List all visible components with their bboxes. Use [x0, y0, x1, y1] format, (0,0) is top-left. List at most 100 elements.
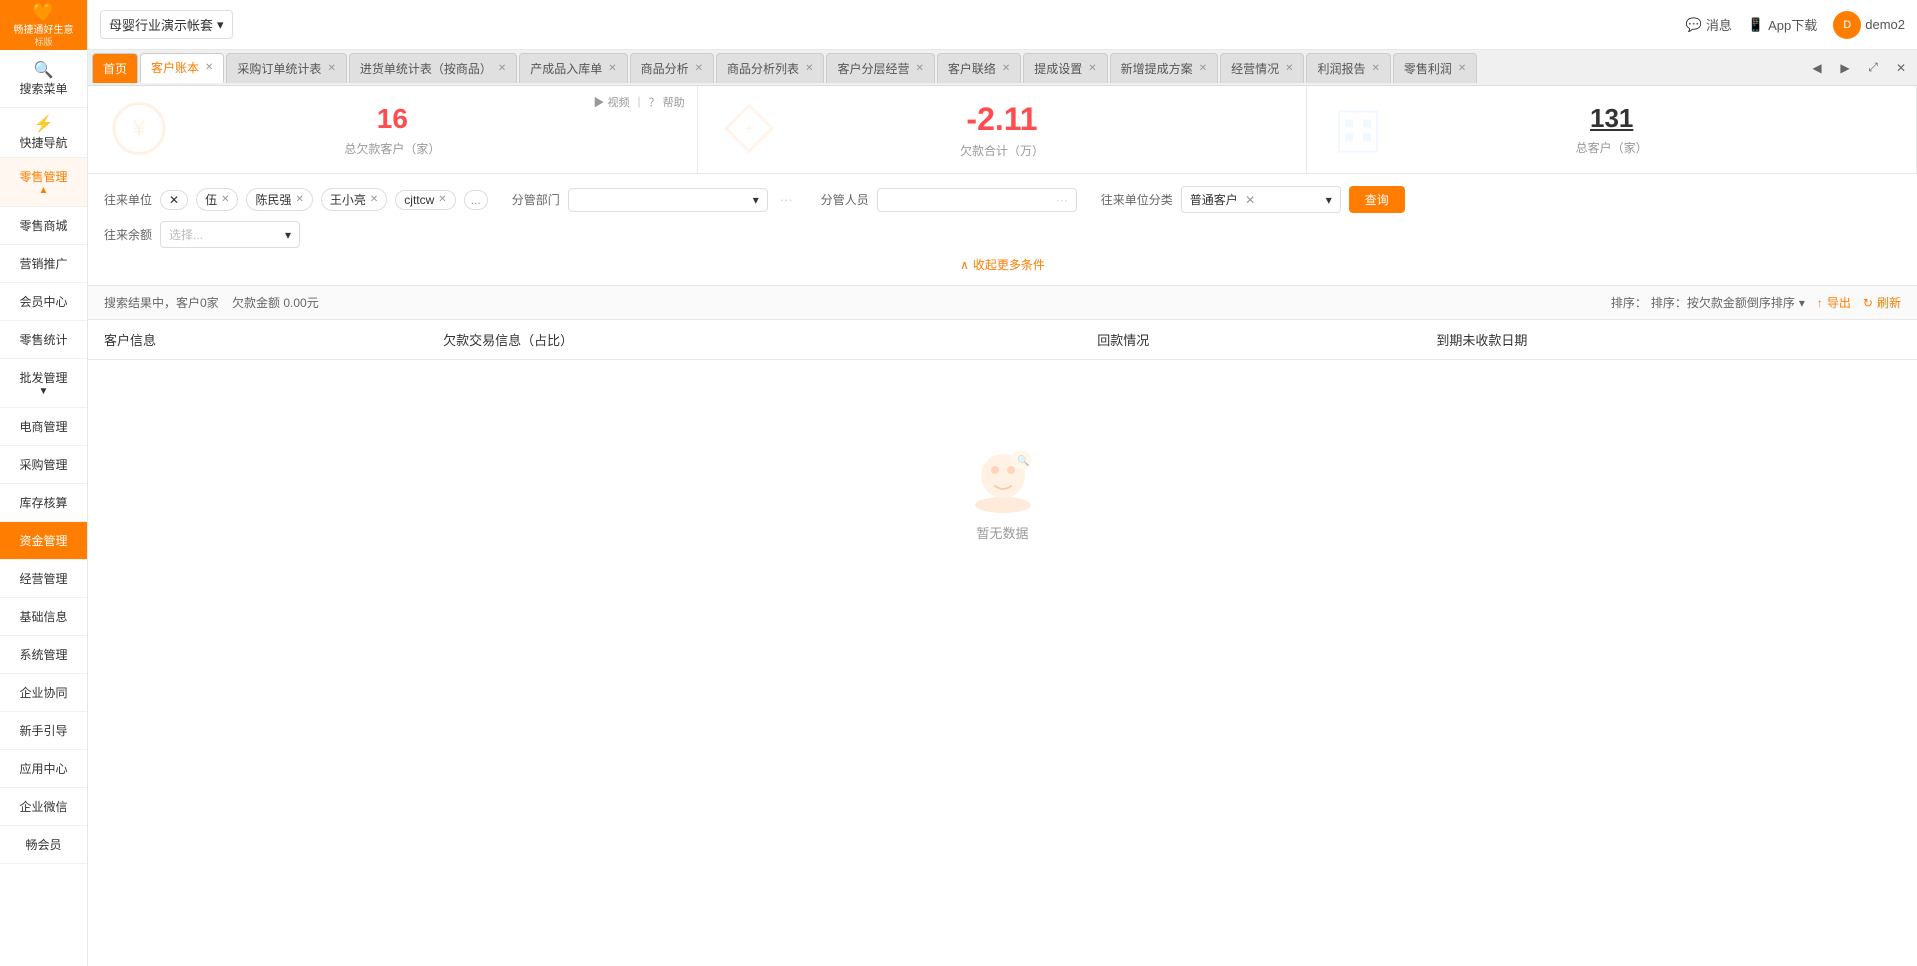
- sidebar-item-basic-info[interactable]: 基础信息: [0, 598, 87, 636]
- chevron-down-icon: ▾: [217, 17, 224, 33]
- tab-close-icon[interactable]: ✕: [1088, 63, 1096, 74]
- user-profile[interactable]: D demo2: [1833, 11, 1905, 39]
- tab-customer-tier[interactable]: 客户分层经营 ✕: [826, 53, 934, 83]
- balance-filter-select[interactable]: 选择... ▾: [160, 221, 300, 248]
- sidebar-item-wholesale-mgmt[interactable]: 批发管理 ▼: [0, 359, 87, 408]
- person-filter-select[interactable]: ···: [877, 188, 1077, 212]
- diamond-bg-icon: +: [722, 101, 776, 155]
- stat-all-customers-label: 总客户（家）: [1576, 139, 1648, 156]
- stat-all-customers-value: 131: [1576, 103, 1648, 134]
- sidebar-item-quick-nav[interactable]: ⚡ 快捷导航: [0, 108, 87, 158]
- sidebar-item-inventory-check[interactable]: 库存核算: [0, 484, 87, 522]
- chevron-up-icon: ∧: [960, 258, 969, 272]
- tab-product-analysis[interactable]: 商品分析 ✕: [630, 53, 714, 83]
- refresh-icon: ↻: [1863, 296, 1873, 310]
- sidebar-item-retail-mgmt[interactable]: 零售管理 ▲: [0, 158, 87, 207]
- sidebar: 🧡 畅捷通好生意 标版 🔍 搜索菜单 ⚡ 快捷导航 零售管理 ▲ 零售商城 营销…: [0, 0, 88, 966]
- chevron-down-icon: ▾: [753, 193, 759, 207]
- tab-customer-contact[interactable]: 客户联络 ✕: [937, 53, 1021, 83]
- empty-text: 暂无数据: [976, 523, 1028, 542]
- stat-total-customers-value: 16: [344, 102, 440, 136]
- sort-selector[interactable]: 排序： 排序：按欠款金额倒序排序 ▾: [1611, 294, 1805, 311]
- account-selector[interactable]: 母婴行业演示帐套 ▾: [100, 10, 233, 39]
- stat-total-customers-info: 16 总欠款客户（家）: [344, 102, 440, 157]
- tab-customer-account[interactable]: 客户账本 ✕: [140, 53, 224, 83]
- tab-close-icon[interactable]: ✕: [915, 63, 923, 74]
- message-btn[interactable]: 💬 消息: [1686, 15, 1732, 34]
- sidebar-item-member-center[interactable]: 会员中心: [0, 283, 87, 321]
- sidebar-item-enterprise-wechat[interactable]: 企业微信: [0, 788, 87, 826]
- filter-row-2: 往来余额 选择... ▾: [104, 221, 1901, 248]
- sidebar-item-vip-member[interactable]: 畅会员: [0, 826, 87, 864]
- sidebar-item-system-mgmt[interactable]: 系统管理: [0, 636, 87, 674]
- stat-total-debt-info: -2.11 欠款合计（万）: [960, 100, 1044, 159]
- help-link[interactable]: ？ 帮助: [649, 94, 685, 110]
- tab-close-icon[interactable]: ✕: [805, 63, 813, 74]
- tab-purchase-order[interactable]: 采购订单统计表 ✕: [226, 53, 346, 83]
- stat-total-debt: + -2.11 欠款合计（万）: [698, 86, 1308, 173]
- result-bar: 搜索结果中，客户0家 欠款金额 0.00元 排序： 排序：按欠款金额倒序排序 ▾…: [88, 286, 1917, 320]
- tab-inbound-stats[interactable]: 进货单统计表（按商品） ✕: [349, 53, 517, 83]
- col-debt-info: 欠款交易信息（占比）: [427, 320, 1081, 360]
- tab-close-icon[interactable]: ✕: [205, 62, 213, 73]
- tab-lift-settings[interactable]: 提成设置 ✕: [1023, 53, 1107, 83]
- tab-close-icon[interactable]: ✕: [1285, 63, 1293, 74]
- tab-product-analysis-list[interactable]: 商品分析列表 ✕: [716, 53, 824, 83]
- export-btn[interactable]: ↑ 导出: [1817, 294, 1851, 311]
- tab-new-lift-plan[interactable]: 新增提成方案 ✕: [1110, 53, 1218, 83]
- tab-scroll-right[interactable]: ▶: [1833, 56, 1857, 80]
- filter-tag-wu-close[interactable]: ✕: [221, 194, 229, 205]
- sidebar-item-ecommerce-mgmt[interactable]: 电商管理: [0, 408, 87, 446]
- result-actions: 排序： 排序：按欠款金额倒序排序 ▾ ↑ 导出 ↻ 刷新: [1611, 294, 1901, 311]
- tab-maximize[interactable]: ⤢: [1861, 56, 1885, 80]
- unit-class-filter-select[interactable]: 普通客户 ✕ ▾: [1181, 186, 1341, 213]
- tab-close-icon[interactable]: ✕: [695, 63, 703, 74]
- tab-close-icon[interactable]: ✕: [1002, 63, 1010, 74]
- refresh-btn[interactable]: ↻ 刷新: [1863, 294, 1901, 311]
- sidebar-item-purchase-mgmt[interactable]: 采购管理: [0, 446, 87, 484]
- filter-tag-chen-close[interactable]: ✕: [296, 194, 304, 205]
- collapse-filter-btn[interactable]: ∧ 收起更多条件: [104, 256, 1901, 273]
- tab-close-all[interactable]: ✕: [1889, 56, 1913, 80]
- tab-product-inbound[interactable]: 产成品入库单 ✕: [519, 53, 627, 83]
- search-button[interactable]: 查询: [1349, 186, 1405, 213]
- sidebar-item-operation-mgmt[interactable]: 经营管理: [0, 560, 87, 598]
- tab-close-icon[interactable]: ✕: [498, 63, 506, 74]
- balance-filter-label: 往来余额: [104, 226, 152, 243]
- tab-scroll-left[interactable]: ◀: [1805, 56, 1829, 80]
- filter-tag-class-close[interactable]: ✕: [1245, 193, 1255, 207]
- sidebar-item-marketing[interactable]: 营销推广: [0, 245, 87, 283]
- tab-close-icon[interactable]: ✕: [1458, 63, 1466, 74]
- message-icon: 💬: [1686, 17, 1702, 33]
- sidebar-item-search-menu[interactable]: 🔍 搜索菜单: [0, 50, 87, 108]
- tab-close-icon[interactable]: ✕: [327, 63, 335, 74]
- filter-tag-cjttcw-close[interactable]: ✕: [438, 194, 446, 205]
- tab-close-icon[interactable]: ✕: [608, 63, 616, 74]
- export-icon: ↑: [1817, 296, 1823, 310]
- filter-tag-chen: 陈民强 ✕: [246, 188, 312, 211]
- video-link[interactable]: ▶ 视频: [593, 94, 629, 110]
- filter-tag-more[interactable]: ...: [464, 190, 488, 210]
- building-bg-icon: [1331, 101, 1385, 155]
- app-download-btn[interactable]: 📱 App下载: [1748, 15, 1817, 34]
- filter-tag-wang-close[interactable]: ✕: [370, 194, 378, 205]
- tab-profit-report[interactable]: 利润报告 ✕: [1306, 53, 1390, 83]
- tab-home[interactable]: 首页: [92, 53, 138, 83]
- sidebar-item-enterprise-coop[interactable]: 企业协同: [0, 674, 87, 712]
- tab-close-icon[interactable]: ✕: [1199, 63, 1207, 74]
- tab-operation-status[interactable]: 经营情况 ✕: [1220, 53, 1304, 83]
- sidebar-item-app-center[interactable]: 应用中心: [0, 750, 87, 788]
- topbar-left: 母婴行业演示帐套 ▾: [100, 10, 233, 39]
- stat-total-debt-value: -2.11: [960, 100, 1044, 138]
- tab-close-icon[interactable]: ✕: [1372, 63, 1380, 74]
- person-filter-label: 分管人员: [821, 191, 869, 208]
- sidebar-item-new-guide[interactable]: 新手引导: [0, 712, 87, 750]
- filter-area: 往来单位 ✕ 伍 ✕ 陈民强 ✕ 王小亮 ✕ cjttcw: [88, 174, 1917, 286]
- sidebar-item-retail-stats[interactable]: 零售统计: [0, 321, 87, 359]
- stat-all-customers-info: 131 总客户（家）: [1576, 103, 1648, 155]
- download-icon: 📱: [1748, 17, 1764, 33]
- sidebar-item-retail-mall[interactable]: 零售商城: [0, 207, 87, 245]
- tab-retail-profit[interactable]: 零售利润 ✕: [1393, 53, 1477, 83]
- sidebar-item-fund-mgmt[interactable]: 资金管理: [0, 522, 87, 560]
- dept-filter-select[interactable]: ▾: [568, 188, 768, 212]
